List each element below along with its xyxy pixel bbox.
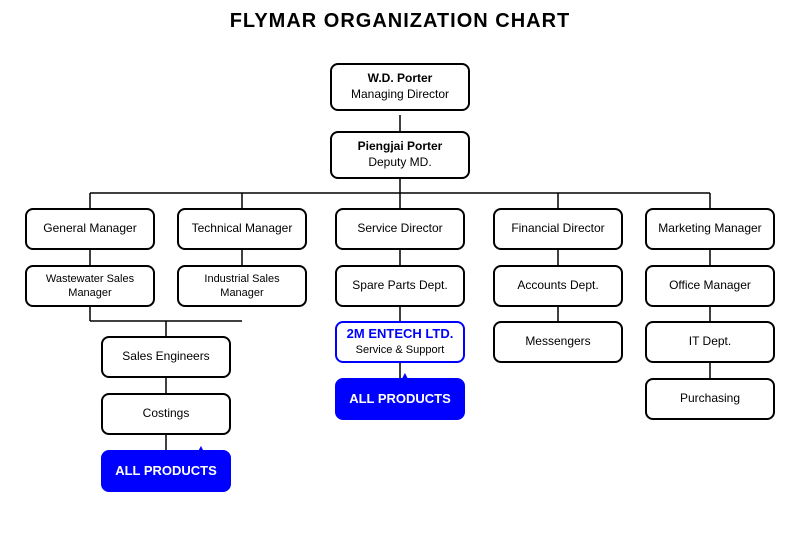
- financial-director-label: Financial Director: [511, 221, 604, 237]
- arrow-up-center: ▲: [398, 368, 412, 384]
- industrial-sales-node: Industrial Sales Manager: [177, 265, 307, 307]
- financial-director-node: Financial Director: [493, 208, 623, 250]
- costings-node: Costings: [101, 393, 231, 435]
- sales-engineers-node: Sales Engineers: [101, 336, 231, 378]
- marketing-manager-node: Marketing Manager: [645, 208, 775, 250]
- 2m-name: 2M ENTECH LTD.: [347, 326, 454, 343]
- managing-director-node: W.D. Porter Managing Director: [330, 63, 470, 111]
- deputy-name: Piengjai Porter: [358, 139, 443, 155]
- general-manager-label: General Manager: [43, 221, 136, 237]
- accounts-dept-node: Accounts Dept.: [493, 265, 623, 307]
- page-title: FLYMAR ORGANIZATION CHART: [10, 10, 790, 33]
- purchasing-node: Purchasing: [645, 378, 775, 420]
- technical-manager-label: Technical Manager: [192, 221, 293, 237]
- page: FLYMAR ORGANIZATION CHART: [0, 0, 800, 536]
- arrow-up-left: ▲: [194, 441, 208, 457]
- service-director-node: Service Director: [335, 208, 465, 250]
- org-chart: W.D. Porter Managing Director Piengjai P…: [10, 43, 790, 523]
- all-products-center-node[interactable]: ALL PRODUCTS: [335, 378, 465, 420]
- it-dept-node: IT Dept.: [645, 321, 775, 363]
- wastewater-sales-node: Wastewater Sales Manager: [25, 265, 155, 307]
- office-manager-label: Office Manager: [669, 278, 751, 294]
- messengers-node: Messengers: [493, 321, 623, 363]
- all-products-center-label: ALL PRODUCTS: [349, 391, 451, 408]
- spare-parts-label: Spare Parts Dept.: [352, 278, 447, 294]
- md-name: W.D. Porter: [368, 71, 433, 87]
- md-title: Managing Director: [351, 87, 449, 103]
- all-products-left-label: ALL PRODUCTS: [115, 463, 217, 480]
- it-dept-label: IT Dept.: [689, 334, 731, 350]
- marketing-manager-label: Marketing Manager: [658, 221, 761, 237]
- general-manager-node: General Manager: [25, 208, 155, 250]
- service-director-label: Service Director: [357, 221, 442, 237]
- deputy-title: Deputy MD.: [368, 155, 431, 171]
- spare-parts-node: Spare Parts Dept.: [335, 265, 465, 307]
- all-products-left-node[interactable]: ALL PRODUCTS: [101, 450, 231, 492]
- deputy-md-node: Piengjai Porter Deputy MD.: [330, 131, 470, 179]
- wastewater-label: Wastewater Sales Manager: [46, 272, 134, 301]
- 2m-subtitle: Service & Support: [356, 343, 445, 357]
- sales-engineers-label: Sales Engineers: [122, 349, 209, 365]
- industrial-label: Industrial Sales Manager: [204, 272, 279, 301]
- purchasing-label: Purchasing: [680, 391, 740, 407]
- messengers-label: Messengers: [525, 334, 590, 350]
- costings-label: Costings: [143, 406, 190, 422]
- office-manager-node: Office Manager: [645, 265, 775, 307]
- 2m-entech-node: 2M ENTECH LTD. Service & Support: [335, 321, 465, 363]
- technical-manager-node: Technical Manager: [177, 208, 307, 250]
- accounts-label: Accounts Dept.: [517, 278, 598, 294]
